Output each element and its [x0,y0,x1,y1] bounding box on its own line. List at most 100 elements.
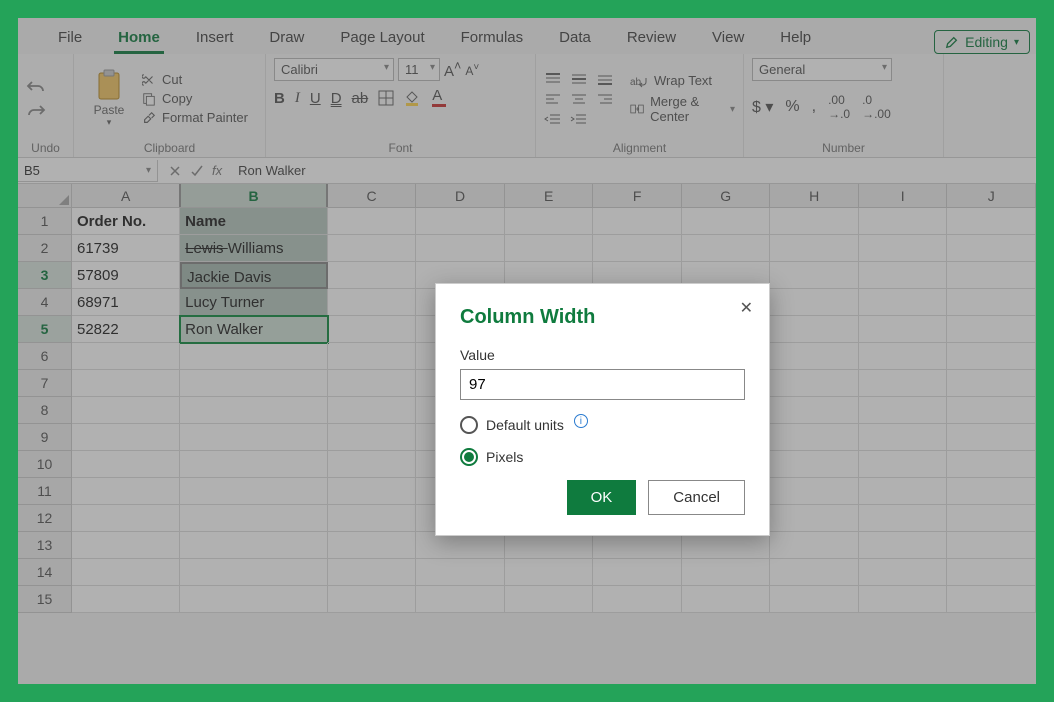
cell[interactable]: 57809 [72,262,180,289]
cell[interactable] [593,208,682,235]
cell[interactable] [180,586,327,613]
row-header[interactable]: 3 [18,262,72,289]
cell[interactable] [682,559,771,586]
cell[interactable]: Jackie Davis [180,262,327,289]
tab-file[interactable]: File [40,23,100,54]
cell[interactable] [770,478,859,505]
cell[interactable] [416,559,505,586]
increase-font-icon[interactable]: A˄ [444,59,461,80]
editing-mode-button[interactable]: Editing ▾ [934,30,1030,54]
align-right-icon[interactable] [596,92,614,106]
cell[interactable] [328,478,417,505]
cell[interactable] [770,424,859,451]
cell[interactable] [947,586,1036,613]
cell[interactable] [947,478,1036,505]
cell[interactable] [328,370,417,397]
cell[interactable] [593,586,682,613]
tab-view[interactable]: View [694,23,762,54]
cell[interactable] [859,424,948,451]
formula-input[interactable]: Ron Walker [232,163,1036,178]
cell[interactable] [947,289,1036,316]
row-header[interactable]: 9 [18,424,72,451]
cell[interactable] [328,505,417,532]
cell[interactable]: Lewis Williams [180,235,327,262]
cell[interactable] [859,397,948,424]
cell[interactable] [505,235,594,262]
double-underline-button[interactable]: D [331,90,342,107]
tab-data[interactable]: Data [541,23,609,54]
align-bottom-icon[interactable] [596,72,614,86]
cell[interactable] [947,208,1036,235]
cell[interactable] [180,343,327,370]
tab-review[interactable]: Review [609,23,694,54]
cell[interactable] [947,397,1036,424]
cell[interactable] [180,478,327,505]
cell[interactable] [682,532,771,559]
cell[interactable] [180,505,327,532]
select-all-corner[interactable] [18,184,72,208]
cell[interactable] [416,208,505,235]
cell[interactable]: Lucy Turner [180,289,327,316]
cell[interactable] [947,370,1036,397]
cell[interactable] [859,235,948,262]
cell[interactable] [72,397,180,424]
col-header-C[interactable]: C [328,184,417,208]
col-header-G[interactable]: G [682,184,771,208]
cell[interactable] [682,235,771,262]
align-middle-icon[interactable] [570,72,588,86]
cell[interactable]: 68971 [72,289,180,316]
cell[interactable] [505,586,594,613]
cell[interactable] [770,505,859,532]
cell[interactable] [859,343,948,370]
cell[interactable] [859,532,948,559]
italic-button[interactable]: I [295,90,300,107]
cell[interactable] [328,532,417,559]
cell[interactable] [947,235,1036,262]
cell[interactable] [859,559,948,586]
undo-icon[interactable] [26,78,46,96]
cell[interactable]: 52822 [72,316,180,343]
cell[interactable] [328,343,417,370]
tab-draw[interactable]: Draw [251,23,322,54]
cell[interactable] [72,505,180,532]
cell[interactable] [947,559,1036,586]
cell[interactable] [180,370,327,397]
cell[interactable] [72,424,180,451]
cell[interactable] [859,478,948,505]
font-color-icon[interactable]: A [430,89,448,107]
increase-indent-icon[interactable] [570,112,588,126]
cell[interactable] [180,451,327,478]
col-header-B[interactable]: B [180,184,328,208]
cell[interactable] [180,559,327,586]
cell[interactable] [770,262,859,289]
cell[interactable] [859,316,948,343]
cell[interactable] [770,397,859,424]
row-header[interactable]: 1 [18,208,72,235]
cell[interactable] [593,235,682,262]
cell[interactable] [416,532,505,559]
cell[interactable] [770,532,859,559]
cell[interactable] [328,424,417,451]
cell[interactable] [72,532,180,559]
cell[interactable] [328,316,417,343]
cell[interactable] [72,586,180,613]
font-name-select[interactable]: Calibri [274,58,394,81]
enter-icon[interactable] [190,164,204,178]
cell[interactable] [770,370,859,397]
cell[interactable] [593,532,682,559]
cell[interactable] [328,586,417,613]
row-header[interactable]: 2 [18,235,72,262]
decrease-indent-icon[interactable] [544,112,562,126]
col-header-F[interactable]: F [593,184,682,208]
comma-icon[interactable]: , [812,98,816,116]
tab-home[interactable]: Home [100,23,178,54]
tab-insert[interactable]: Insert [178,23,252,54]
paste-button[interactable]: Paste ▾ [82,69,136,128]
merge-center-button[interactable]: Merge & Center▾ [630,94,735,124]
cell[interactable] [947,316,1036,343]
cell[interactable] [593,559,682,586]
cell[interactable] [947,424,1036,451]
align-left-icon[interactable] [544,92,562,106]
cell[interactable] [682,208,771,235]
percent-icon[interactable]: % [785,98,799,116]
